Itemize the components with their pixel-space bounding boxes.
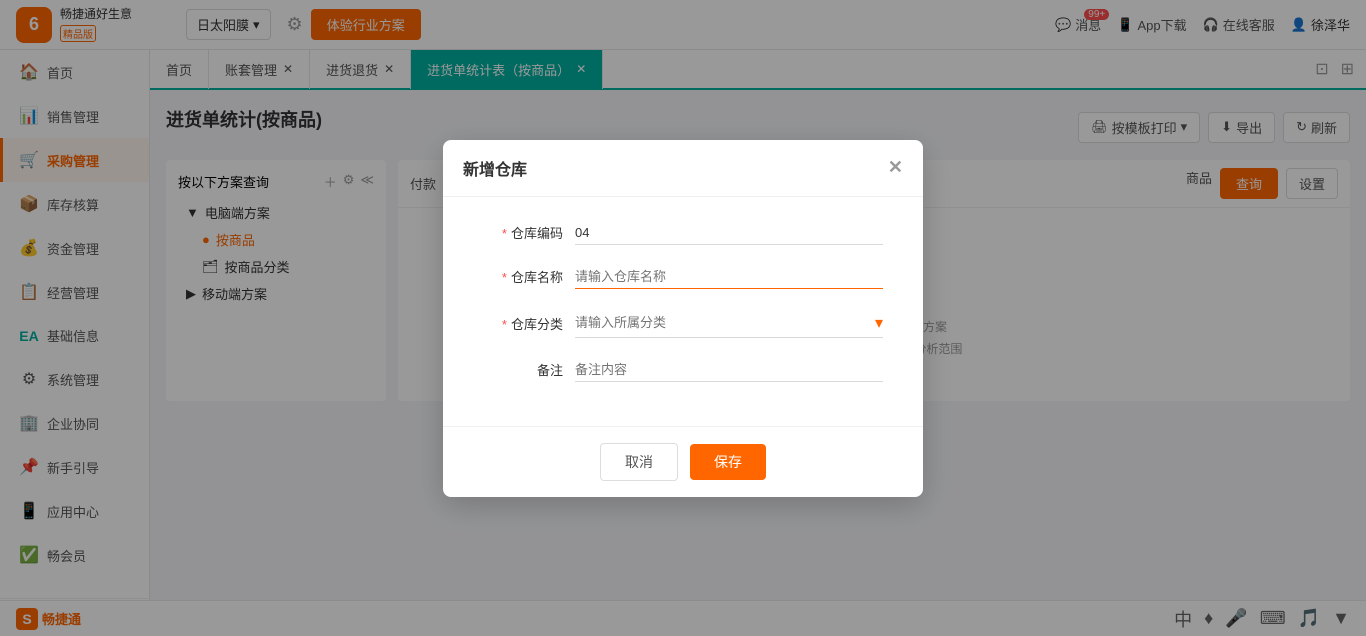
dialog-overlay[interactable]: 新增仓库 ✕ 仓库编码 仓库名称 仓库分类 ▾ <box>0 0 1366 636</box>
form-row-note: 备注 <box>483 358 883 382</box>
name-label: 仓库名称 <box>483 267 563 286</box>
name-input[interactable] <box>575 265 883 289</box>
form-row-name: 仓库名称 <box>483 265 883 289</box>
form-row-category: 仓库分类 ▾ <box>483 309 883 338</box>
cancel-btn[interactable]: 取消 <box>600 443 678 481</box>
dialog-body: 仓库编码 仓库名称 仓库分类 ▾ 备注 <box>443 197 923 426</box>
note-input[interactable] <box>575 358 883 382</box>
dialog-header: 新增仓库 ✕ <box>443 140 923 197</box>
add-warehouse-dialog: 新增仓库 ✕ 仓库编码 仓库名称 仓库分类 ▾ <box>443 140 923 497</box>
note-label: 备注 <box>483 360 563 379</box>
dialog-footer: 取消 保存 <box>443 426 923 497</box>
dialog-title: 新增仓库 <box>463 156 527 180</box>
code-input[interactable] <box>575 221 883 245</box>
code-label: 仓库编码 <box>483 223 563 242</box>
category-select-row[interactable]: ▾ <box>575 309 883 338</box>
category-label: 仓库分类 <box>483 314 563 333</box>
save-btn[interactable]: 保存 <box>690 444 766 480</box>
category-dropdown-icon: ▾ <box>875 313 883 333</box>
form-row-code: 仓库编码 <box>483 221 883 245</box>
dialog-close-btn[interactable]: ✕ <box>888 157 903 178</box>
category-input[interactable] <box>575 315 875 330</box>
